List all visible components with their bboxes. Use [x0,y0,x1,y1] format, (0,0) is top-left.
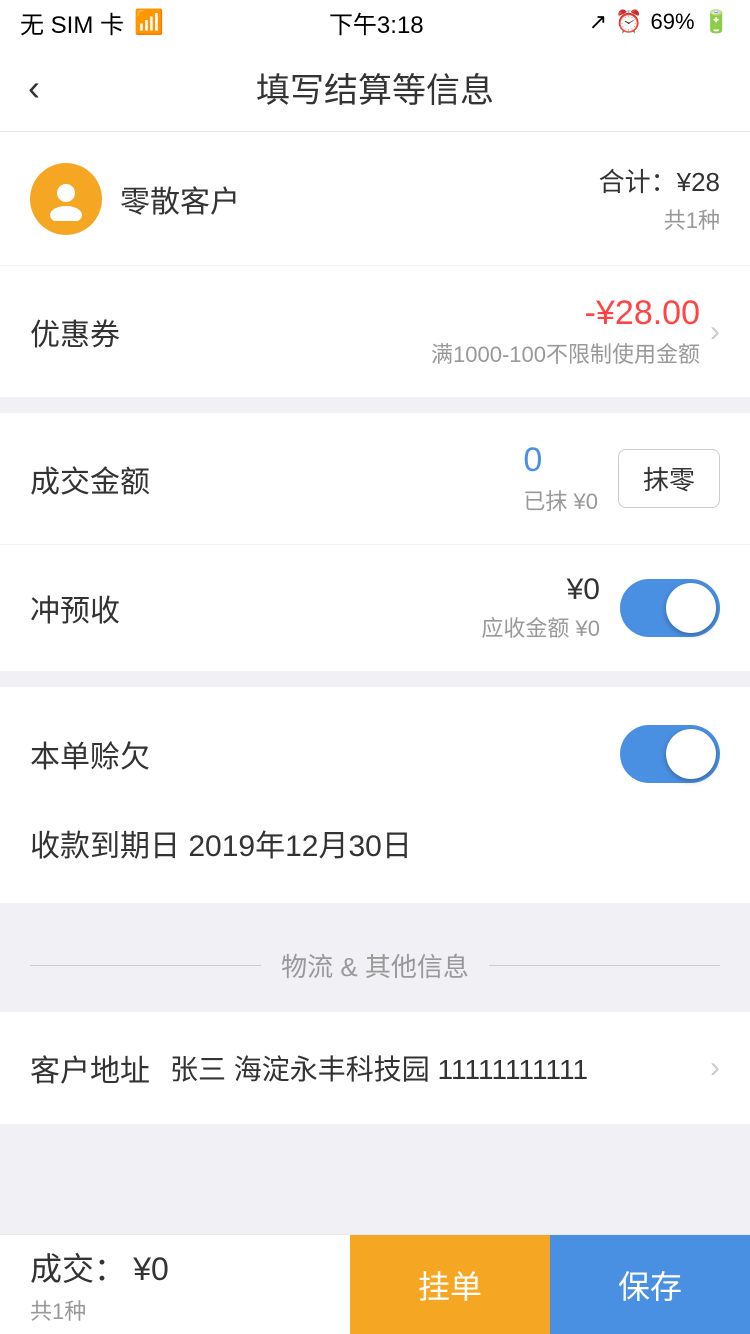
page-title: 填写结算等信息 [256,63,494,112]
deal-sub: 已抹 ¥0 [523,484,598,516]
bottom-count: 共1种 [30,1294,320,1326]
customer-name: 零散客户 [120,177,240,221]
customer-right: 合计：¥28 共1种 [599,162,720,235]
deal-amount-row: 成交金额 0 已抹 ¥0 抹零 [0,413,750,544]
address-row[interactable]: 客户地址 张三 海淀永丰科技园 11111111111 › [0,1012,750,1124]
bottom-info: 成交： ¥0 共1种 [0,1235,350,1334]
logistics-label: 物流 & 其他信息 [281,947,469,984]
prepay-right: ¥0 应收金额 ¥0 [481,573,720,643]
debt-section: 本单赊欠 收款到期日 2019年12月30日 [0,687,750,903]
status-right: ↗ ⏰ 69% 🔋 [589,9,730,35]
prepay-row: 冲预收 ¥0 应收金额 ¥0 [0,544,750,671]
coupon-label: 优惠券 [30,310,120,354]
coupon-chevron-icon: › [710,315,720,349]
divider-right [489,965,720,966]
save-button[interactable]: 保存 [550,1235,750,1334]
debt-label: 本单赊欠 [30,732,150,776]
debt-toggle-knob [666,729,716,779]
time-label: 下午3:18 [329,5,424,40]
coupon-desc: 满1000-100不限制使用金额 [431,337,700,369]
address-section: 客户地址 张三 海淀永丰科技园 11111111111 › [0,1012,750,1124]
due-date-row: 收款到期日 2019年12月30日 [0,821,750,903]
round-zero-button[interactable]: 抹零 [618,449,720,508]
alarm-icon: ⏰ [615,9,642,35]
carrier-label: 无 SIM 卡 [20,5,124,40]
logistics-header: 物流 & 其他信息 [0,919,750,1012]
coupon-value: -¥28.00 [431,294,700,333]
location-icon: ↗ [589,9,607,35]
prepay-amount: ¥0 [481,573,600,607]
address-label: 客户地址 [30,1046,150,1090]
empty-space [0,1124,750,1224]
back-button[interactable]: ‹ [28,67,40,109]
deal-amount-label: 成交金额 [30,457,150,501]
debt-row: 本单赊欠 [0,687,750,821]
battery-label: 69% [651,9,695,35]
avatar [30,163,102,235]
deal-section: 成交金额 0 已抹 ¥0 抹零 冲预收 ¥0 应收金额 ¥0 [0,413,750,671]
item-count: 共1种 [599,203,720,235]
customer-section: 零散客户 合计：¥28 共1种 优惠券 -¥28.00 满1000-100不限制… [0,132,750,397]
prepay-label: 冲预收 [30,586,120,630]
wifi-icon: 📶 [134,8,164,37]
address-chevron-icon: › [710,1051,720,1085]
address-value: 张三 海淀永丰科技园 11111111111 [170,1048,710,1088]
customer-row: 零散客户 合计：¥28 共1种 [0,132,750,265]
bottom-deal: 成交： ¥0 [30,1244,320,1290]
status-left: 无 SIM 卡 📶 [20,5,164,40]
prepay-values: ¥0 应收金额 ¥0 [481,573,600,643]
status-bar: 无 SIM 卡 📶 下午3:18 ↗ ⏰ 69% 🔋 [0,0,750,44]
due-date-date: 2019年12月30日 [188,830,411,863]
toggle-knob [666,583,716,633]
coupon-row[interactable]: 优惠券 -¥28.00 满1000-100不限制使用金额 › [0,265,750,397]
bottom-deal-amount: ¥0 [133,1251,169,1287]
customer-left: 零散客户 [30,163,240,235]
bottom-deal-label: 成交： [30,1251,126,1287]
deal-value: 0 [523,441,598,480]
total-label: 合计：¥28 [599,162,720,199]
logistics-section: 物流 & 其他信息 [0,919,750,1012]
bottom-bar: 成交： ¥0 共1种 挂单 保存 [0,1234,750,1334]
prepay-sub: 应收金额 ¥0 [481,611,600,643]
deal-right: 0 已抹 ¥0 抹零 [523,441,720,516]
debt-toggle[interactable] [620,725,720,783]
nav-bar: ‹ 填写结算等信息 [0,44,750,132]
coupon-right: -¥28.00 满1000-100不限制使用金额 › [431,294,720,369]
hold-button[interactable]: 挂单 [350,1235,550,1334]
prepay-toggle[interactable] [620,579,720,637]
due-date-label: 收款到期日 [30,830,180,863]
divider-left [30,965,261,966]
battery-icon: 🔋 [703,9,730,35]
